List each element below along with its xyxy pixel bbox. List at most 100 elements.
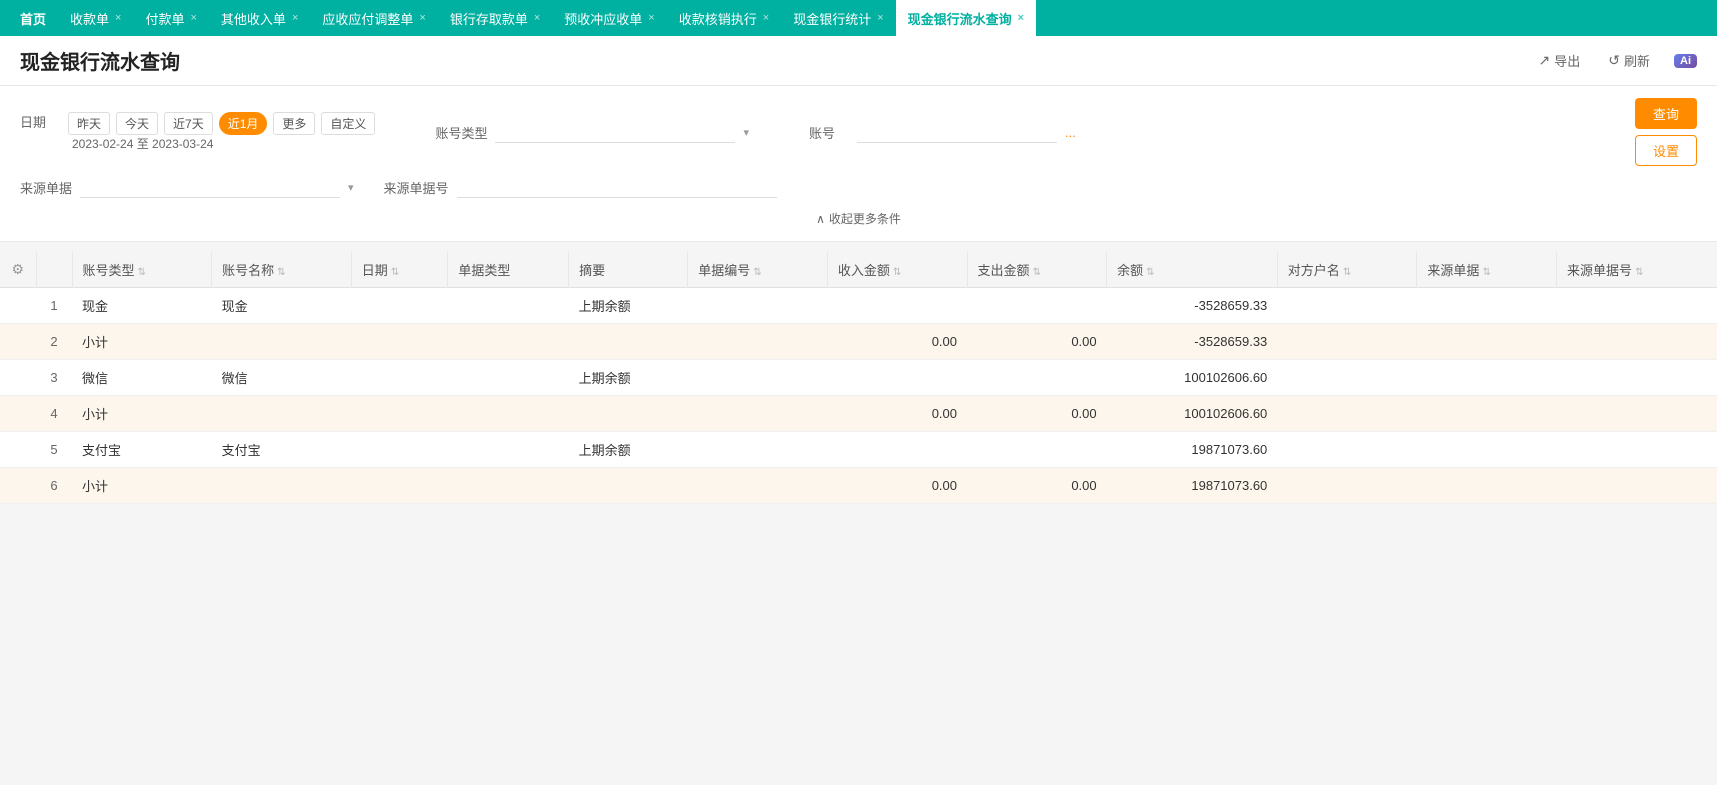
nav-payment[interactable]: 付款单 × bbox=[133, 0, 208, 36]
td-doc-type bbox=[448, 396, 569, 432]
nav-cash-bank-flow[interactable]: 现金银行流水查询 × bbox=[896, 0, 1036, 36]
td-source-doc bbox=[1417, 288, 1557, 324]
td-counterpart bbox=[1277, 396, 1417, 432]
account-type-filter: 账号类型 ▾ bbox=[435, 121, 749, 143]
gear-icon[interactable]: ⚙ bbox=[11, 261, 24, 277]
date-btn-yesterday[interactable]: 昨天 bbox=[68, 112, 110, 135]
close-cash-stat-icon[interactable]: × bbox=[877, 12, 883, 24]
nav-bank-deposit[interactable]: 银行存取款单 × bbox=[438, 0, 552, 36]
refresh-button[interactable]: ↺ 刷新 bbox=[1600, 47, 1658, 74]
td-summary bbox=[569, 324, 688, 360]
date-btn-custom[interactable]: 自定义 bbox=[321, 112, 375, 135]
td-source-doc-no bbox=[1557, 432, 1717, 468]
th-counterpart[interactable]: 对方户名⇅ bbox=[1277, 252, 1417, 288]
close-prepay-icon[interactable]: × bbox=[648, 12, 654, 24]
td-seq: 1 bbox=[36, 288, 72, 324]
td-income: 0.00 bbox=[827, 468, 967, 504]
td-expense: 0.00 bbox=[967, 396, 1107, 432]
th-balance[interactable]: 余额⇅ bbox=[1107, 252, 1278, 288]
td-account-type: 小计 bbox=[72, 468, 212, 504]
td-income bbox=[827, 360, 967, 396]
td-account-type: 小计 bbox=[72, 324, 212, 360]
td-doc-no bbox=[688, 468, 828, 504]
query-button[interactable]: 查询 bbox=[1635, 98, 1697, 129]
td-doc-no bbox=[688, 324, 828, 360]
td-source-doc bbox=[1417, 396, 1557, 432]
date-btn-7days[interactable]: 近7天 bbox=[164, 112, 213, 135]
date-btn-more[interactable]: 更多 bbox=[273, 112, 315, 135]
td-counterpart bbox=[1277, 432, 1417, 468]
nav-receipt-verify[interactable]: 收款核销执行 × bbox=[667, 0, 781, 36]
date-range-display: 2023-02-24 至 2023-03-24 bbox=[72, 135, 375, 152]
th-date[interactable]: 日期⇅ bbox=[351, 252, 448, 288]
td-source-doc-no bbox=[1557, 468, 1717, 504]
td-seq: 5 bbox=[36, 432, 72, 468]
nav-other-income[interactable]: 其他收入单 × bbox=[209, 0, 310, 36]
collapse-bar[interactable]: ∧ 收起更多条件 bbox=[20, 204, 1697, 233]
source-doc-input[interactable] bbox=[80, 176, 340, 198]
date-label: 日期 bbox=[20, 112, 60, 131]
action-buttons: 查询 设置 bbox=[1635, 98, 1697, 166]
td-doc-type bbox=[448, 432, 569, 468]
page-title: 现金银行流水查询 bbox=[20, 46, 180, 75]
account-type-dropdown-icon[interactable]: ▾ bbox=[743, 126, 749, 139]
account-input[interactable] bbox=[857, 121, 1057, 143]
close-ar-ap-icon[interactable]: × bbox=[419, 12, 425, 24]
filter-area: 日期 昨天 今天 近7天 近1月 更多 自定义 2023-02-24 至 202… bbox=[0, 86, 1717, 242]
source-doc-no-input[interactable] bbox=[457, 176, 777, 198]
td-summary bbox=[569, 396, 688, 432]
th-doc-no[interactable]: 单据编号⇅ bbox=[688, 252, 828, 288]
table-body: 1现金现金上期余额-3528659.332小计0.000.00-3528659.… bbox=[0, 288, 1717, 504]
export-button[interactable]: ↗ 导出 bbox=[1531, 47, 1589, 74]
td-date bbox=[351, 288, 448, 324]
td-counterpart bbox=[1277, 360, 1417, 396]
td-source-doc-no bbox=[1557, 396, 1717, 432]
td-doc-type bbox=[448, 288, 569, 324]
td-account-type: 小计 bbox=[72, 396, 212, 432]
td-doc-type bbox=[448, 360, 569, 396]
nav-cash-bank-stat[interactable]: 现金银行统计 × bbox=[781, 0, 895, 36]
date-btn-today[interactable]: 今天 bbox=[116, 112, 158, 135]
source-doc-dropdown-icon[interactable]: ▾ bbox=[348, 181, 354, 194]
td-doc-no bbox=[688, 360, 828, 396]
th-gear: ⚙ bbox=[0, 252, 36, 288]
th-source-doc[interactable]: 来源单据⇅ bbox=[1417, 252, 1557, 288]
ai-badge[interactable]: Ai bbox=[1674, 54, 1697, 68]
account-type-input[interactable] bbox=[495, 121, 735, 143]
td-balance: 100102606.60 bbox=[1107, 396, 1278, 432]
account-filter: 账号 ... bbox=[809, 121, 1076, 143]
settings-button[interactable]: 设置 bbox=[1635, 135, 1697, 166]
th-income[interactable]: 收入金额⇅ bbox=[827, 252, 967, 288]
th-account-type[interactable]: 账号类型⇅ bbox=[72, 252, 212, 288]
nav-home[interactable]: 首页 bbox=[8, 0, 58, 36]
table-header-row: ⚙ 账号类型⇅ 账号名称⇅ 日期⇅ 单据类型 摘要 单据编号⇅ 收入金额⇅ 支出… bbox=[0, 252, 1717, 288]
td-expense: 0.00 bbox=[967, 324, 1107, 360]
td-seq: 4 bbox=[36, 396, 72, 432]
close-payment-icon[interactable]: × bbox=[190, 12, 196, 24]
filter-row-2: 来源单据 ▾ 来源单据号 bbox=[20, 176, 1697, 198]
account-more-button[interactable]: ... bbox=[1065, 125, 1076, 140]
export-icon: ↗ bbox=[1539, 52, 1551, 69]
close-other-income-icon[interactable]: × bbox=[292, 12, 298, 24]
top-navigation: 首页 收款单 × 付款单 × 其他收入单 × 应收应付调整单 × 银行存取款单 … bbox=[0, 0, 1717, 36]
th-source-doc-no[interactable]: 来源单据号⇅ bbox=[1557, 252, 1717, 288]
nav-prepay-offset[interactable]: 预收冲应收单 × bbox=[552, 0, 666, 36]
th-doc-type: 单据类型 bbox=[448, 252, 569, 288]
td-seq: 3 bbox=[36, 360, 72, 396]
account-type-label: 账号类型 bbox=[435, 123, 487, 142]
date-btn-1month[interactable]: 近1月 bbox=[219, 112, 268, 135]
td-balance: 100102606.60 bbox=[1107, 360, 1278, 396]
source-doc-no-filter: 来源单据号 bbox=[384, 176, 777, 198]
nav-ar-ap-adjust[interactable]: 应收应付调整单 × bbox=[310, 0, 437, 36]
close-cash-flow-icon[interactable]: × bbox=[1018, 12, 1024, 24]
close-receipt-icon[interactable]: × bbox=[115, 12, 121, 24]
td-gear-cell bbox=[0, 288, 36, 324]
table-row: 2小计0.000.00-3528659.33 bbox=[0, 324, 1717, 360]
td-source-doc-no bbox=[1557, 288, 1717, 324]
td-account-name bbox=[212, 468, 352, 504]
nav-receipt[interactable]: 收款单 × bbox=[58, 0, 133, 36]
th-account-name[interactable]: 账号名称⇅ bbox=[212, 252, 352, 288]
close-receipt-verify-icon[interactable]: × bbox=[763, 12, 769, 24]
close-bank-icon[interactable]: × bbox=[534, 12, 540, 24]
th-expense[interactable]: 支出金额⇅ bbox=[967, 252, 1107, 288]
